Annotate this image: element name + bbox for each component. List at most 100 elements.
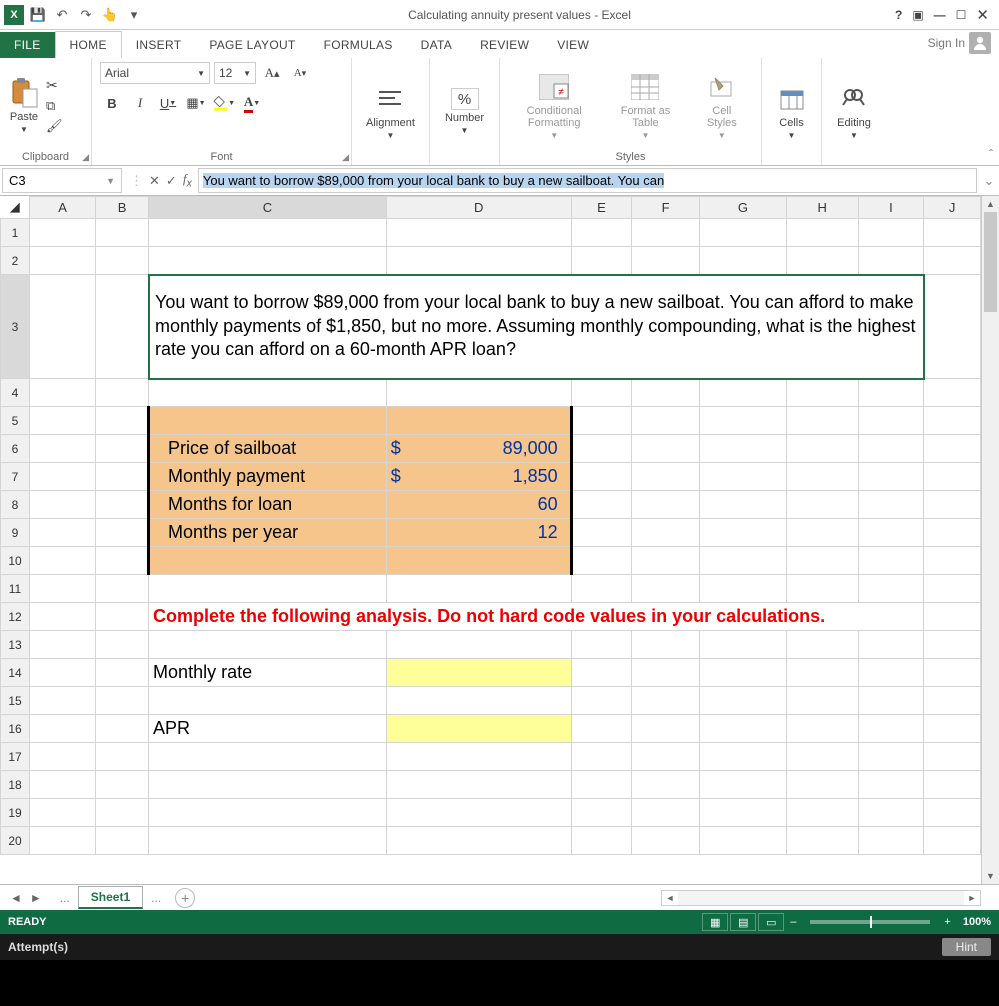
cells-button[interactable]: Cells▼ — [776, 83, 808, 140]
undo-icon[interactable]: ↶ — [52, 5, 72, 25]
scroll-thumb[interactable] — [984, 212, 997, 312]
col-header-E[interactable]: E — [571, 197, 631, 219]
row-header-6[interactable]: 6 — [1, 435, 30, 463]
scroll-right-icon[interactable]: ► — [964, 893, 980, 903]
scroll-up-icon[interactable]: ▲ — [982, 196, 999, 212]
tab-review[interactable]: REVIEW — [466, 32, 543, 58]
decrease-font-icon[interactable]: A▾ — [288, 62, 312, 84]
normal-view-icon[interactable]: ▦ — [702, 913, 728, 931]
cell-C16[interactable]: APR — [149, 715, 387, 743]
cell-C14[interactable]: Monthly rate — [149, 659, 387, 687]
row-header-12[interactable]: 12 — [1, 603, 30, 631]
sheet-tab-sheet1[interactable]: Sheet1 — [78, 886, 143, 909]
row-header-18[interactable]: 18 — [1, 771, 30, 799]
fill-color-button[interactable]: ▼ — [212, 92, 236, 114]
page-break-view-icon[interactable]: ▭ — [758, 913, 784, 931]
maximize-icon[interactable]: ☐ — [956, 8, 967, 22]
ribbon-options-icon[interactable]: ▣ — [912, 8, 923, 22]
sign-in[interactable]: Sign In — [920, 28, 999, 58]
qat-customize-icon[interactable]: ▾ — [124, 5, 144, 25]
zoom-in-icon[interactable]: + — [940, 916, 954, 928]
cell-D14[interactable] — [386, 659, 571, 687]
col-header-H[interactable]: H — [786, 197, 858, 219]
border-button[interactable]: ▦▼ — [184, 92, 208, 114]
row-header-1[interactable]: 1 — [1, 219, 30, 247]
row-header-11[interactable]: 11 — [1, 575, 30, 603]
tab-page-layout[interactable]: PAGE LAYOUT — [195, 32, 309, 58]
cell-C3[interactable]: You want to borrow $89,000 from your loc… — [149, 275, 924, 379]
minimize-icon[interactable]: — — [934, 8, 946, 22]
row-header-10[interactable]: 10 — [1, 547, 30, 575]
sheet-nav-first-icon[interactable]: ◄ — [10, 891, 22, 905]
font-color-button[interactable]: A▼ — [240, 92, 264, 114]
formula-input[interactable]: You want to borrow $89,000 from your loc… — [198, 168, 977, 193]
font-launcher-icon[interactable]: ◢ — [342, 152, 349, 163]
row-header-8[interactable]: 8 — [1, 491, 30, 519]
zoom-out-icon[interactable]: – — [786, 916, 800, 928]
scroll-left-icon[interactable]: ◄ — [662, 893, 678, 903]
row-header-7[interactable]: 7 — [1, 463, 30, 491]
tab-data[interactable]: DATA — [407, 32, 466, 58]
paste-button[interactable]: Paste ▼ — [8, 77, 40, 134]
editing-button[interactable]: Editing▼ — [837, 83, 871, 140]
row-header-13[interactable]: 13 — [1, 631, 30, 659]
expand-formula-bar-icon[interactable]: ⌄ — [979, 166, 999, 195]
col-header-G[interactable]: G — [700, 197, 787, 219]
select-all-corner[interactable]: ◢ — [1, 197, 30, 219]
cell-D7[interactable]: $1,850 — [386, 463, 571, 491]
cell-C12[interactable]: Complete the following analysis. Do not … — [149, 603, 924, 631]
col-header-J[interactable]: J — [924, 197, 981, 219]
enter-edit-icon[interactable]: ✓ — [166, 173, 177, 189]
touch-mode-icon[interactable]: 👆 — [100, 5, 120, 25]
underline-button[interactable]: U▼ — [156, 92, 180, 114]
font-name-select[interactable]: Arial▼ — [100, 62, 210, 84]
cell-D6[interactable]: $89,000 — [386, 435, 571, 463]
cell-C9[interactable]: Months per year — [149, 519, 387, 547]
col-header-B[interactable]: B — [96, 197, 149, 219]
increase-font-icon[interactable]: A▴ — [260, 62, 284, 84]
cell-C7[interactable]: Monthly payment — [149, 463, 387, 491]
format-painter-icon[interactable]: 🖌 — [46, 118, 63, 134]
font-size-select[interactable]: 12▼ — [214, 62, 256, 84]
grid[interactable]: ◢ A B C D E F G H I J 1 2 3 You want to … — [0, 196, 981, 884]
cell-D9[interactable]: 12 — [386, 519, 571, 547]
cell-D8[interactable]: 60 — [386, 491, 571, 519]
tab-formulas[interactable]: FORMULAS — [310, 32, 407, 58]
cell-styles-button[interactable]: Cell Styles▼ — [697, 71, 747, 140]
sheet-tabs-more-right[interactable]: ... — [143, 891, 169, 905]
tab-insert[interactable]: INSERT — [122, 32, 196, 58]
row-header-3[interactable]: 3 — [1, 275, 30, 379]
row-header-14[interactable]: 14 — [1, 659, 30, 687]
row-header-4[interactable]: 4 — [1, 379, 30, 407]
close-icon[interactable]: ✕ — [976, 6, 989, 24]
col-header-C[interactable]: C — [149, 197, 387, 219]
row-header-17[interactable]: 17 — [1, 743, 30, 771]
tab-home[interactable]: HOME — [55, 31, 122, 58]
insert-function-icon[interactable]: fx — [183, 171, 192, 190]
row-header-19[interactable]: 19 — [1, 799, 30, 827]
sheet-tabs-more-left[interactable]: ... — [52, 891, 78, 905]
zoom-slider[interactable] — [810, 920, 930, 924]
italic-button[interactable]: I — [128, 92, 152, 114]
tab-view[interactable]: VIEW — [543, 32, 603, 58]
bold-button[interactable]: B — [100, 92, 124, 114]
number-button[interactable]: % Number▼ — [445, 88, 484, 135]
save-icon[interactable]: 💾 — [28, 5, 48, 25]
name-box[interactable]: C3 ▼ — [2, 168, 122, 193]
col-header-D[interactable]: D — [386, 197, 571, 219]
cancel-edit-icon[interactable]: ✕ — [149, 173, 160, 189]
row-header-2[interactable]: 2 — [1, 247, 30, 275]
row-header-9[interactable]: 9 — [1, 519, 30, 547]
copy-icon[interactable]: ⧉ — [46, 98, 63, 114]
zoom-level[interactable]: 100% — [957, 916, 991, 928]
row-header-15[interactable]: 15 — [1, 687, 30, 715]
collapse-ribbon-icon[interactable]: ˆ — [989, 147, 993, 161]
new-sheet-button[interactable]: + — [175, 888, 195, 908]
help-icon[interactable]: ? — [895, 8, 902, 22]
alignment-button[interactable]: Alignment▼ — [366, 83, 415, 140]
conditional-formatting-button[interactable]: ≠ Conditional Formatting▼ — [514, 71, 594, 140]
horizontal-scrollbar[interactable]: ◄ ► — [661, 890, 981, 906]
col-header-I[interactable]: I — [858, 197, 924, 219]
cell-C6[interactable]: Price of sailboat — [149, 435, 387, 463]
cut-icon[interactable]: ✂ — [46, 77, 63, 94]
